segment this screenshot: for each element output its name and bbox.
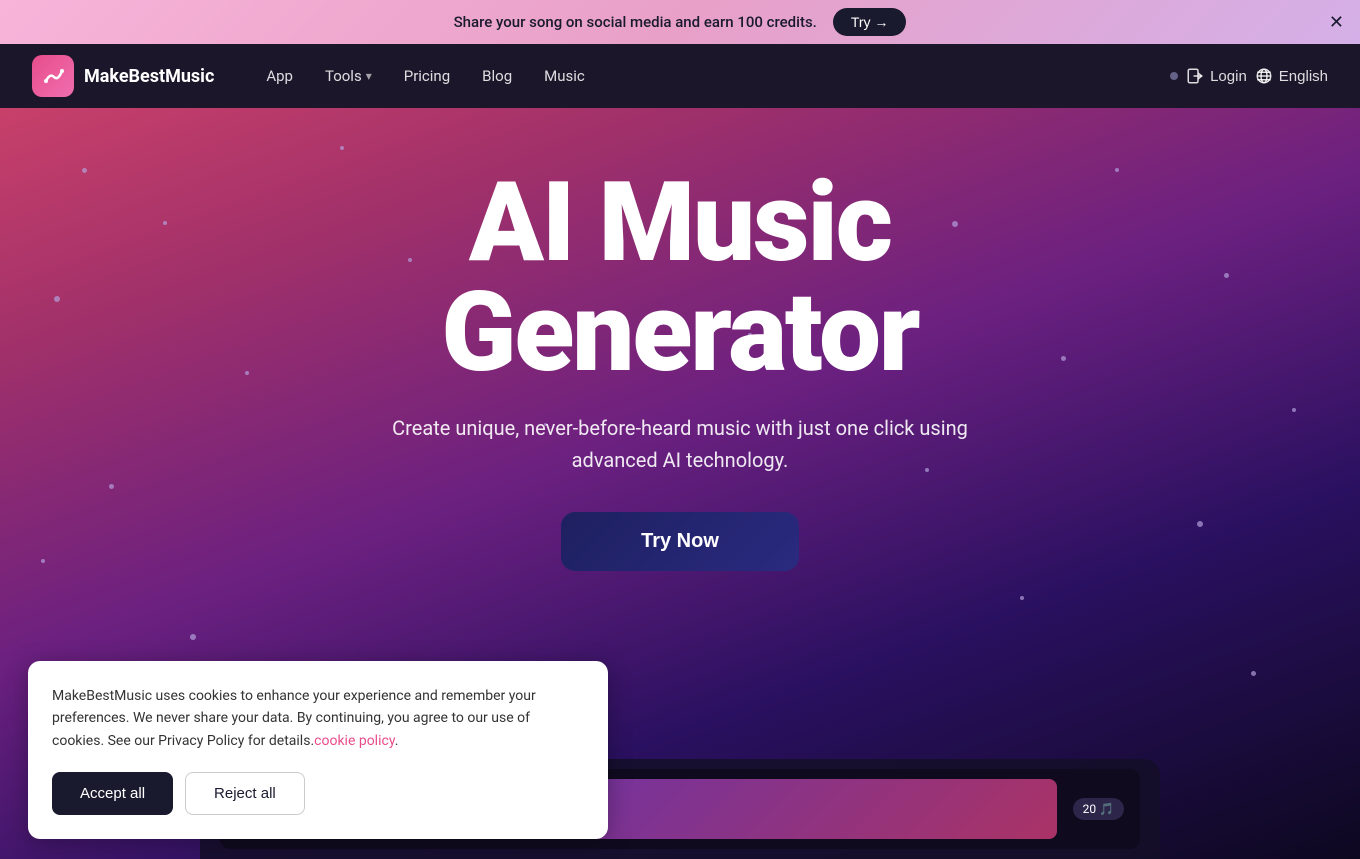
nav-app[interactable]: App (254, 61, 305, 91)
hero-title: AI Music Generator (441, 168, 918, 388)
hero-cta-button[interactable]: Try Now (561, 512, 799, 571)
announcement-text: Share your song on social media and earn… (454, 13, 817, 31)
navbar: MakeBestMusic App Tools ▾ Pricing Blog M… (0, 44, 1360, 108)
logo-name: MakeBestMusic (84, 66, 214, 87)
logo-area[interactable]: MakeBestMusic (32, 55, 214, 97)
cookie-policy-link[interactable]: cookie policy (314, 733, 395, 749)
language-button[interactable]: English (1255, 67, 1328, 85)
hero-subtitle: Create unique, never-before-heard music … (360, 412, 1000, 476)
cookie-text: MakeBestMusic uses cookies to enhance yo… (52, 685, 584, 752)
nav-tools[interactable]: Tools ▾ (313, 61, 384, 91)
nav-pricing[interactable]: Pricing (392, 61, 462, 91)
login-label: Login (1210, 68, 1247, 85)
announcement-bar: Share your song on social media and earn… (0, 0, 1360, 44)
nav-links: App Tools ▾ Pricing Blog Music (254, 61, 1170, 91)
close-announcement-button[interactable]: ✕ (1329, 13, 1344, 31)
announcement-cta[interactable]: Try → (833, 8, 907, 36)
accept-all-button[interactable]: Accept all (52, 772, 173, 815)
tools-chevron: ▾ (366, 69, 372, 83)
cookie-buttons: Accept all Reject all (52, 772, 584, 815)
language-label: English (1279, 68, 1328, 85)
nav-music[interactable]: Music (532, 61, 597, 91)
nav-right: Login English (1170, 67, 1328, 85)
nav-dot-decoration (1170, 72, 1178, 80)
credits-badge: 20 🎵 (1073, 798, 1124, 820)
login-button[interactable]: Login (1186, 67, 1247, 85)
logo-icon (32, 55, 74, 97)
cookie-banner: MakeBestMusic uses cookies to enhance yo… (28, 661, 608, 839)
nav-blog[interactable]: Blog (470, 61, 524, 91)
reject-all-button[interactable]: Reject all (185, 772, 305, 815)
